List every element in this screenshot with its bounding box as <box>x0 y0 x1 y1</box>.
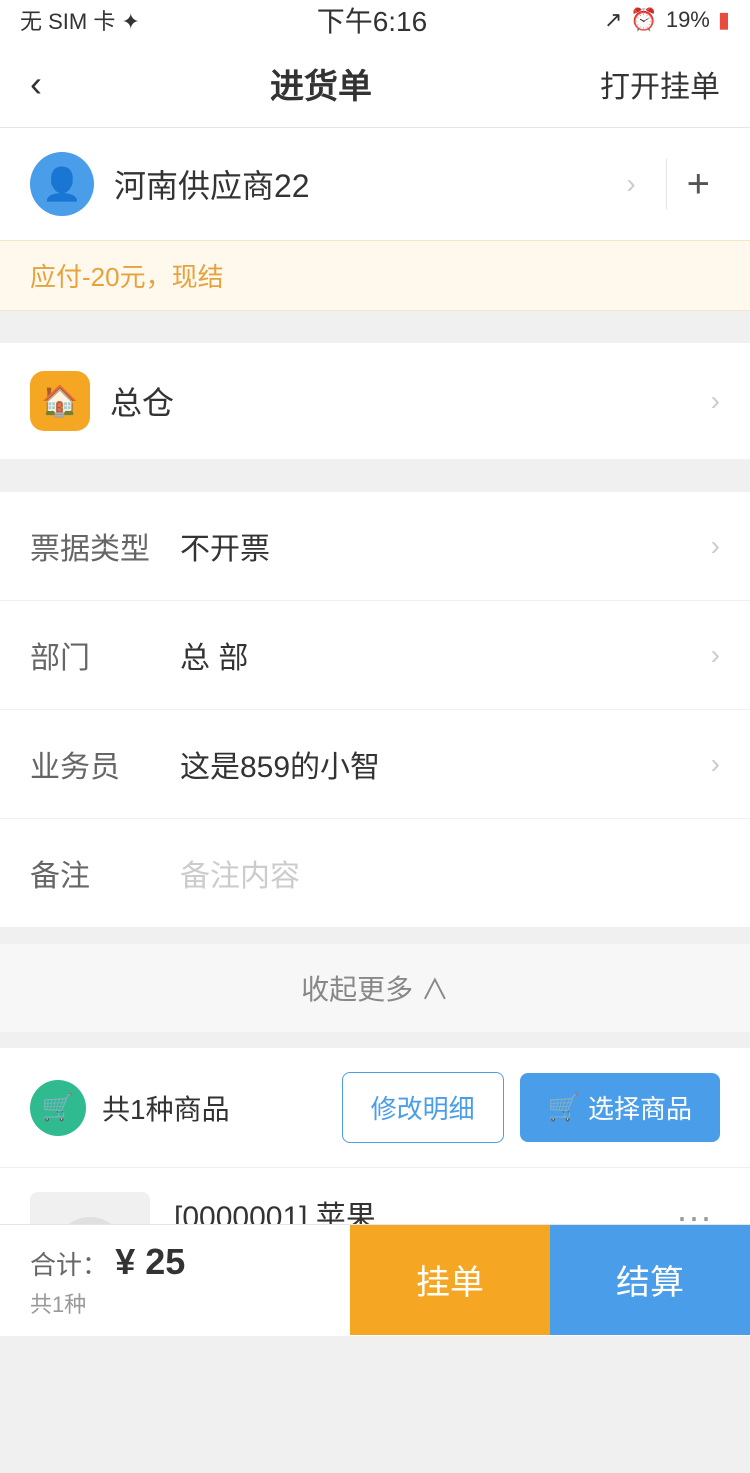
nav-bar: ‹ 进货单 打开挂单 <box>0 40 750 128</box>
add-supplier-button[interactable]: + <box>677 162 720 207</box>
person-icon: 👤 <box>42 165 82 203</box>
alarm-icon: ⏰ <box>630 7 657 33</box>
cart-icon: 🛒 <box>42 1092 74 1123</box>
status-bar-right: ↗ ⏰ 19% ▮ <box>604 7 730 33</box>
total-sub: 共1种 <box>30 1287 320 1319</box>
salesperson-chevron-icon: › <box>711 748 720 780</box>
department-value: 总 部 <box>180 633 711 677</box>
ticket-type-chevron-icon: › <box>711 530 720 562</box>
location-icon: ↗ <box>604 7 622 33</box>
sim-status: 无 SIM 卡 ✦ <box>20 4 140 36</box>
total-row: 合计： ¥ 25 <box>30 1241 320 1283</box>
department-chevron-icon: › <box>711 639 720 671</box>
salesperson-row[interactable]: 业务员 这是859的小智 › <box>0 710 750 819</box>
warehouse-icon: 🏠 <box>30 371 90 431</box>
product-section-icon: 🛒 <box>30 1080 86 1136</box>
collapse-text: 收起更多 ∧ <box>301 968 449 1008</box>
back-button[interactable]: ‹ <box>30 63 42 105</box>
ticket-type-label: 票据类型 <box>30 524 160 568</box>
supplier-avatar: 👤 <box>30 152 94 216</box>
spacer3 <box>0 1032 750 1048</box>
warehouse-row[interactable]: 🏠 总仓 › <box>0 343 750 460</box>
select-cart-icon: 🛒 <box>548 1092 580 1123</box>
supplier-row[interactable]: 👤 河南供应商22 › + <box>0 128 750 240</box>
total-label: 合计： <box>30 1250 108 1280</box>
remark-input[interactable]: 备注内容 <box>180 851 720 895</box>
bottom-total: 合计： ¥ 25 共1种 <box>0 1241 350 1319</box>
supplier-divider <box>666 159 667 209</box>
supplier-name: 河南供应商22 <box>114 161 626 207</box>
product-count: 共1种商品 <box>102 1088 342 1128</box>
supplier-card: 👤 河南供应商22 › + 应付-20元，现结 <box>0 128 750 311</box>
select-product-button[interactable]: 🛒 选择商品 <box>520 1073 720 1142</box>
page-title: 进货单 <box>270 59 372 108</box>
spacer2 <box>0 476 750 492</box>
salesperson-label: 业务员 <box>30 742 160 786</box>
supplier-chevron-icon: › <box>626 168 635 200</box>
product-header: 🛒 共1种商品 修改明细 🛒 选择商品 <box>0 1048 750 1168</box>
warehouse-card: 🏠 总仓 › <box>0 343 750 460</box>
spacer <box>0 327 750 343</box>
open-hang-button[interactable]: 打开挂单 <box>600 62 720 106</box>
battery-icon: ▮ <box>718 7 730 33</box>
total-amount: ¥ 25 <box>115 1241 185 1282</box>
collapse-row[interactable]: 收起更多 ∧ <box>0 944 750 1032</box>
ticket-type-value: 不开票 <box>180 524 711 568</box>
hang-button[interactable]: 挂单 <box>350 1225 550 1335</box>
bottom-bar: 合计： ¥ 25 共1种 挂单 结算 <box>0 1224 750 1334</box>
battery-level: 19% <box>666 7 710 33</box>
form-card: 票据类型 不开票 › 部门 总 部 › 业务员 这是859的小智 › 备注 备注… <box>0 492 750 928</box>
settle-button[interactable]: 结算 <box>550 1225 750 1335</box>
warehouse-chevron-icon: › <box>711 385 720 417</box>
department-label: 部门 <box>30 633 160 677</box>
remark-row[interactable]: 备注 备注内容 <box>0 819 750 928</box>
warehouse-name: 总仓 <box>110 378 711 424</box>
department-row[interactable]: 部门 总 部 › <box>0 601 750 710</box>
status-bar-left: 无 SIM 卡 ✦ <box>20 4 140 36</box>
edit-detail-button[interactable]: 修改明细 <box>342 1072 504 1143</box>
status-bar: 无 SIM 卡 ✦ 下午6:16 ↗ ⏰ 19% ▮ <box>0 0 750 40</box>
ticket-type-row[interactable]: 票据类型 不开票 › <box>0 492 750 601</box>
remark-label: 备注 <box>30 851 160 895</box>
status-bar-time: 下午6:16 <box>317 0 428 40</box>
home-icon: 🏠 <box>41 384 78 419</box>
notice-bar: 应付-20元，现结 <box>0 240 750 311</box>
salesperson-value: 这是859的小智 <box>180 742 711 786</box>
